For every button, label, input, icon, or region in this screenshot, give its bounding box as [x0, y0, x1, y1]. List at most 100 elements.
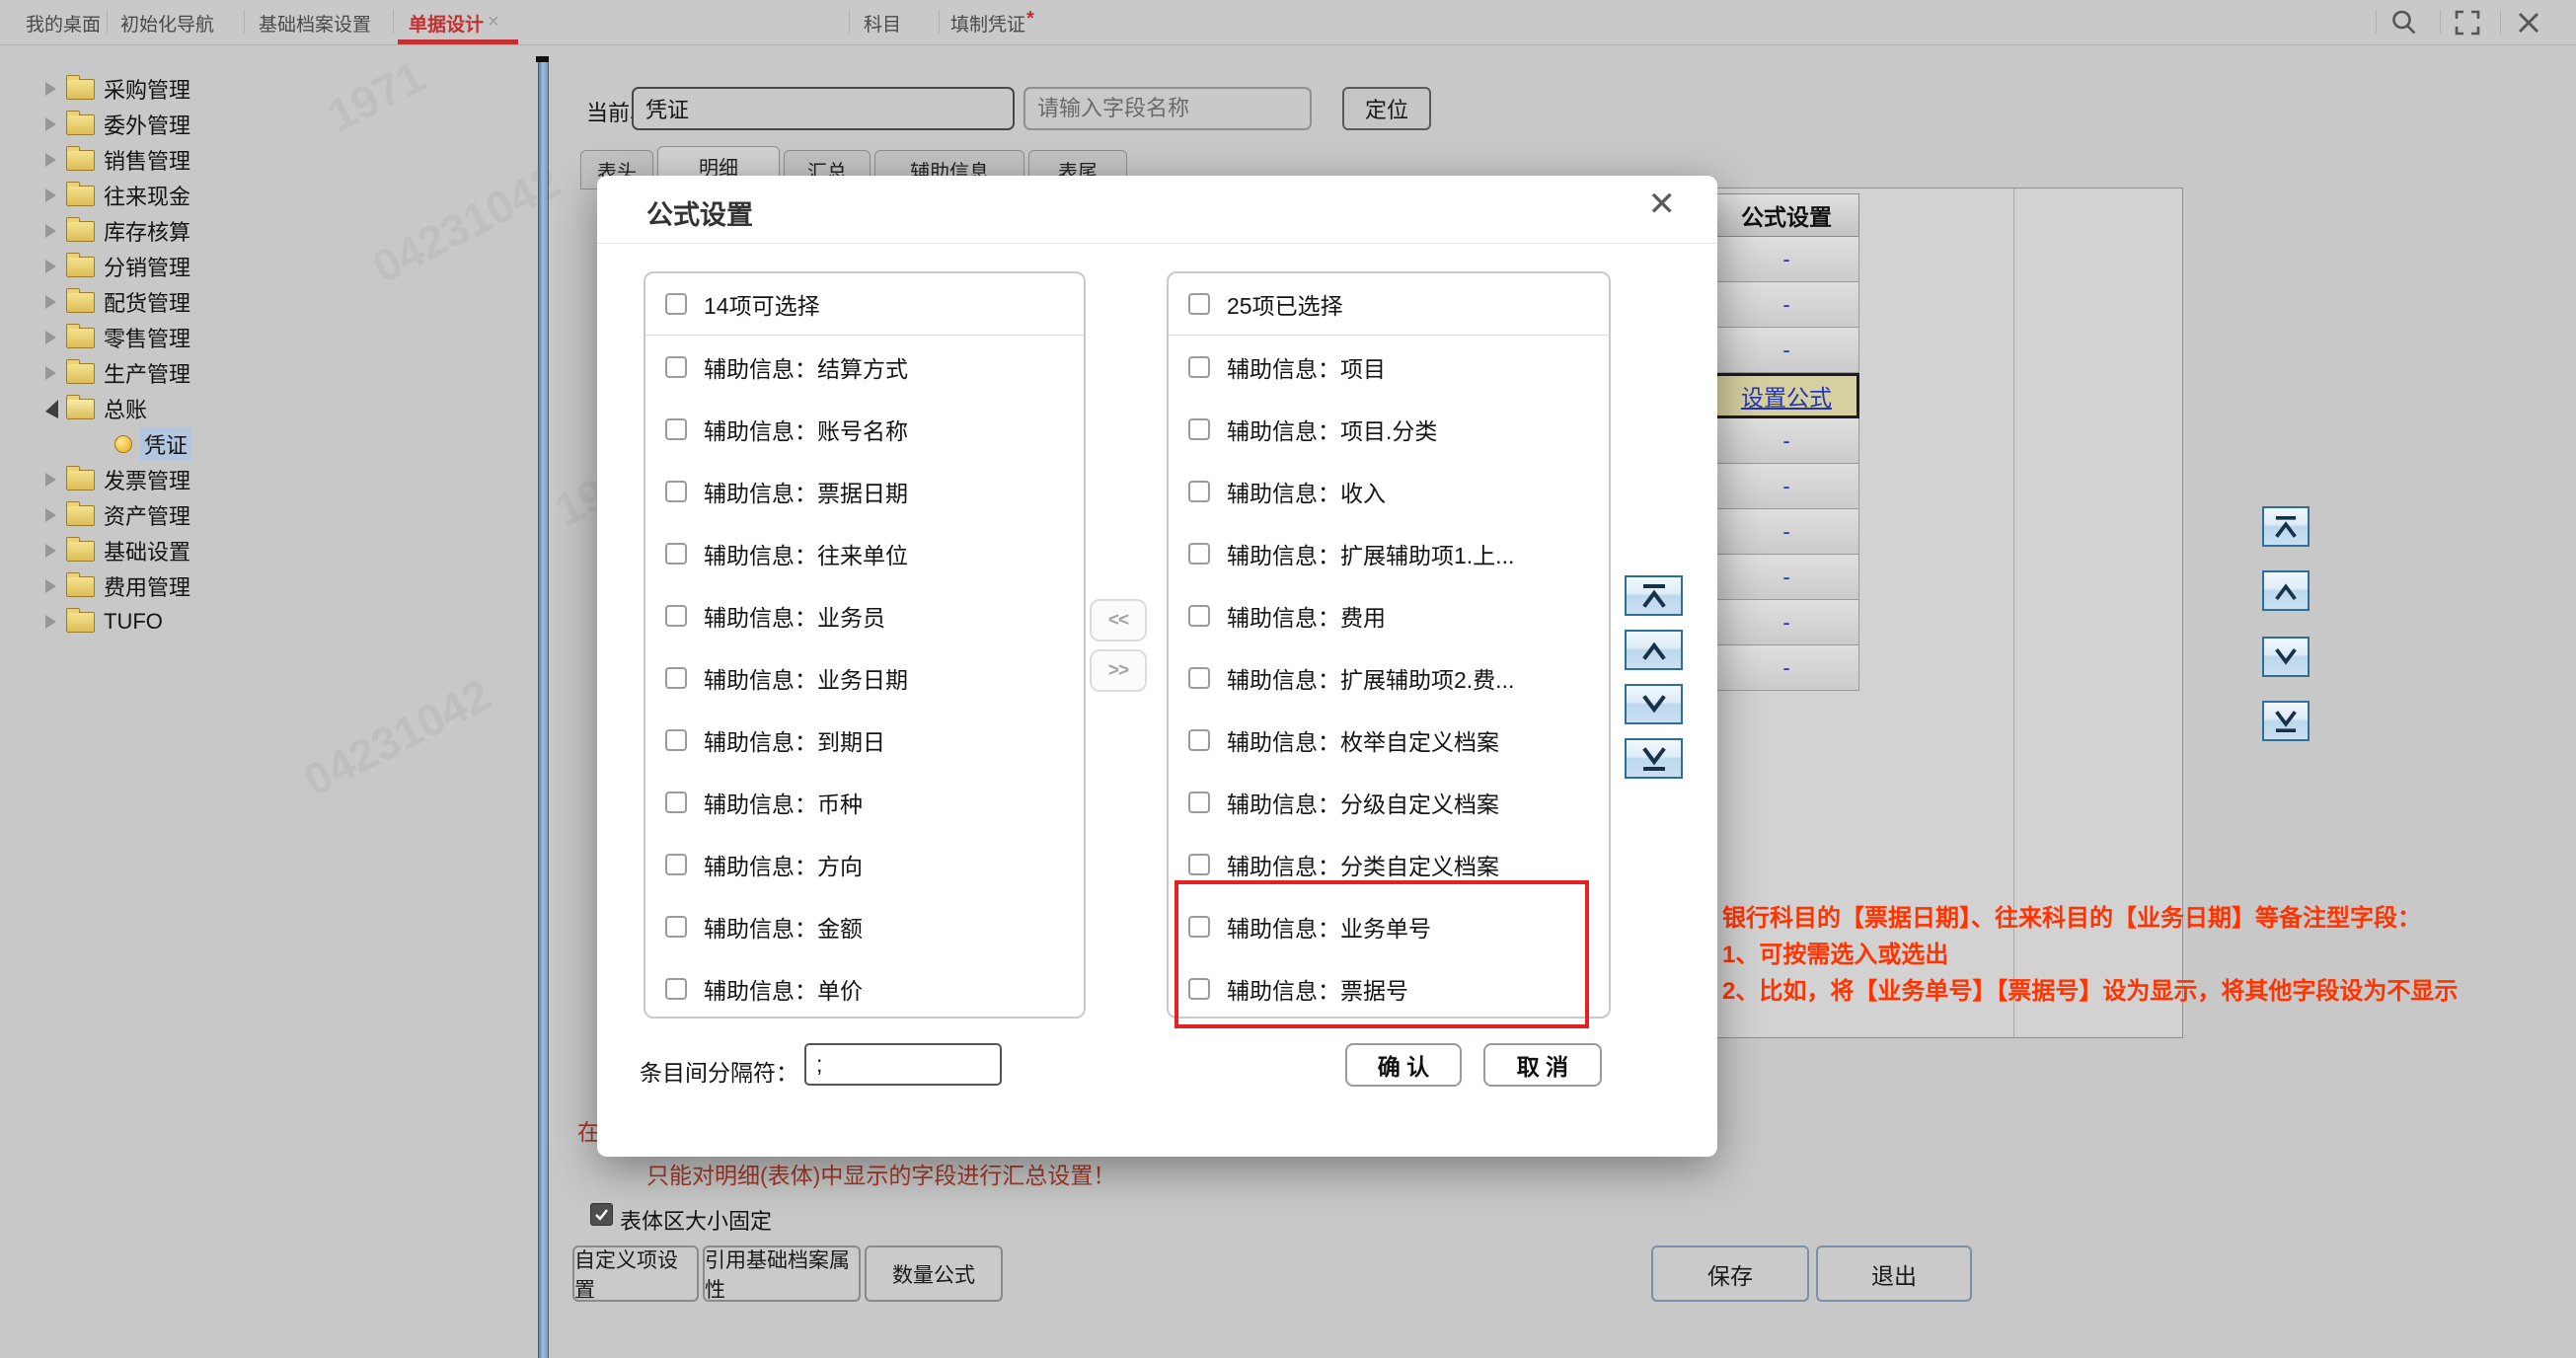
list-item[interactable]: 辅助信息：币种 [645, 771, 1084, 833]
list-item[interactable]: 辅助信息：票据日期 [645, 460, 1084, 522]
move-down-button[interactable] [2262, 637, 2310, 677]
checkbox[interactable] [1188, 667, 1210, 689]
checkbox[interactable] [665, 854, 687, 875]
list-item[interactable]: 辅助信息：项目.分类 [1169, 398, 1609, 460]
sidebar-item-tufo[interactable]: TUFO [0, 604, 533, 640]
sidebar-item-inventory[interactable]: 库存核算 [0, 213, 533, 249]
sidebar-item-purchase[interactable]: 采购管理 [0, 71, 533, 107]
move-up-button[interactable] [2262, 570, 2310, 611]
formula-link[interactable]: - [1782, 474, 1789, 499]
formula-link[interactable]: - [1782, 292, 1789, 318]
sidebar-item-allocation[interactable]: 配货管理 [0, 284, 533, 320]
move-bottom-button[interactable] [2262, 701, 2310, 741]
checkbox[interactable] [1188, 854, 1210, 875]
confirm-button[interactable]: 确 认 [1345, 1043, 1462, 1087]
available-list-header[interactable]: 14项可选择 [645, 273, 1084, 336]
list-item[interactable]: 辅助信息：费用 [1169, 584, 1609, 646]
expander-icon[interactable] [45, 189, 56, 202]
expander-icon[interactable] [45, 615, 56, 629]
formula-cell[interactable]: - [1713, 328, 1859, 373]
expander-icon[interactable] [45, 579, 56, 593]
formula-link[interactable]: - [1782, 519, 1789, 545]
expander-icon[interactable] [45, 331, 56, 344]
expander-icon[interactable] [45, 295, 56, 309]
move-left-button[interactable]: << [1090, 599, 1147, 641]
sidebar-item-distribution[interactable]: 分销管理 [0, 249, 533, 284]
ref-archive-button[interactable]: 引用基础档案属性 [703, 1245, 861, 1302]
checkbox[interactable] [1188, 605, 1210, 627]
expander-icon[interactable] [45, 117, 56, 131]
tab-fill-voucher[interactable]: 填制凭证 [950, 10, 1025, 37]
formula-cell[interactable]: - [1713, 464, 1859, 509]
tab-base-archive[interactable]: 基础档案设置 [259, 10, 371, 37]
close-icon[interactable] [2513, 7, 2544, 38]
formula-cell[interactable]: - [1713, 645, 1859, 691]
checkbox[interactable] [665, 978, 687, 1000]
formula-cell[interactable]: - [1713, 509, 1859, 555]
checkbox[interactable] [665, 543, 687, 565]
search-icon[interactable] [2388, 7, 2420, 38]
exit-button[interactable]: 退出 [1816, 1245, 1972, 1302]
formula-cell[interactable]: - [1713, 237, 1859, 282]
formula-link[interactable]: - [1782, 610, 1789, 636]
selected-list-header[interactable]: 25项已选择 [1169, 273, 1609, 336]
list-item[interactable]: 辅助信息：收入 [1169, 460, 1609, 522]
formula-link[interactable]: - [1782, 655, 1789, 681]
list-item-highlighted[interactable]: 辅助信息：票据号 [1169, 957, 1609, 1018]
formula-link[interactable]: - [1782, 428, 1789, 454]
list-item[interactable]: 辅助信息：账号名称 [645, 398, 1084, 460]
expander-icon[interactable] [45, 508, 56, 522]
list-item[interactable]: 辅助信息：业务员 [645, 584, 1084, 646]
list-item[interactable]: 辅助信息：分级自定义档案 [1169, 771, 1609, 833]
tab-init-nav[interactable]: 初始化导航 [120, 10, 214, 37]
formula-cell[interactable]: - [1713, 282, 1859, 328]
checkbox[interactable] [1188, 356, 1210, 378]
formula-cell[interactable]: - [1713, 418, 1859, 464]
checkbox[interactable] [1188, 418, 1210, 440]
list-item-highlighted[interactable]: 辅助信息：业务单号 [1169, 895, 1609, 957]
formula-link[interactable]: - [1782, 338, 1789, 363]
move-top-button[interactable] [2262, 506, 2310, 547]
list-item[interactable]: 辅助信息：扩展辅助项1.上... [1169, 522, 1609, 584]
checkbox[interactable] [665, 481, 687, 502]
move-bottom-button[interactable] [1625, 738, 1683, 779]
fixed-size-checkbox-label[interactable]: 表体区大小固定 [620, 1204, 772, 1236]
list-item[interactable]: 辅助信息：方向 [645, 833, 1084, 895]
checkbox[interactable] [665, 605, 687, 627]
sidebar-item-sales[interactable]: 销售管理 [0, 142, 533, 178]
qty-formula-button[interactable]: 数量公式 [865, 1245, 1003, 1302]
cancel-button[interactable]: 取 消 [1483, 1043, 1602, 1087]
select-all-checkbox[interactable] [665, 293, 687, 315]
list-item[interactable]: 辅助信息：分类自定义档案 [1169, 833, 1609, 895]
sidebar-item-expense[interactable]: 费用管理 [0, 568, 533, 604]
checkbox[interactable] [1188, 729, 1210, 751]
tab-doc-design[interactable]: 单据设计 [409, 10, 484, 37]
list-item[interactable]: 辅助信息：金额 [645, 895, 1084, 957]
expander-icon[interactable] [45, 544, 56, 558]
sidebar-item-general-ledger[interactable]: 总账 [0, 391, 533, 426]
sidebar-item-outsource[interactable]: 委外管理 [0, 107, 533, 142]
list-item[interactable]: 辅助信息：枚举自定义档案 [1169, 709, 1609, 771]
separator-input[interactable] [804, 1043, 1002, 1086]
expander-icon[interactable] [45, 153, 56, 167]
sidebar-item-production[interactable]: 生产管理 [0, 355, 533, 391]
set-formula-link[interactable]: 设置公式 [1741, 379, 1832, 413]
checkbox[interactable] [1188, 481, 1210, 502]
tab-my-desktop[interactable]: 我的桌面 [26, 10, 101, 37]
sidebar-item-ar-ap-cash[interactable]: 往来现金 [0, 178, 533, 213]
list-item[interactable]: 辅助信息：往来单位 [645, 522, 1084, 584]
custom-item-button[interactable]: 自定义项设置 [572, 1245, 699, 1302]
formula-cell[interactable]: - [1713, 555, 1859, 600]
checkbox[interactable] [1188, 916, 1210, 938]
checkbox[interactable] [665, 418, 687, 440]
checkbox[interactable] [1188, 978, 1210, 1000]
panel-splitter-handle[interactable] [536, 56, 549, 62]
formula-link[interactable]: - [1782, 247, 1789, 272]
checkbox[interactable] [1188, 792, 1210, 813]
sidebar-item-assets[interactable]: 资产管理 [0, 497, 533, 533]
checkbox[interactable] [665, 356, 687, 378]
checkbox[interactable] [665, 792, 687, 813]
list-item[interactable]: 辅助信息：扩展辅助项2.费... [1169, 646, 1609, 709]
locate-button[interactable]: 定位 [1342, 87, 1431, 130]
checkbox[interactable] [665, 667, 687, 689]
